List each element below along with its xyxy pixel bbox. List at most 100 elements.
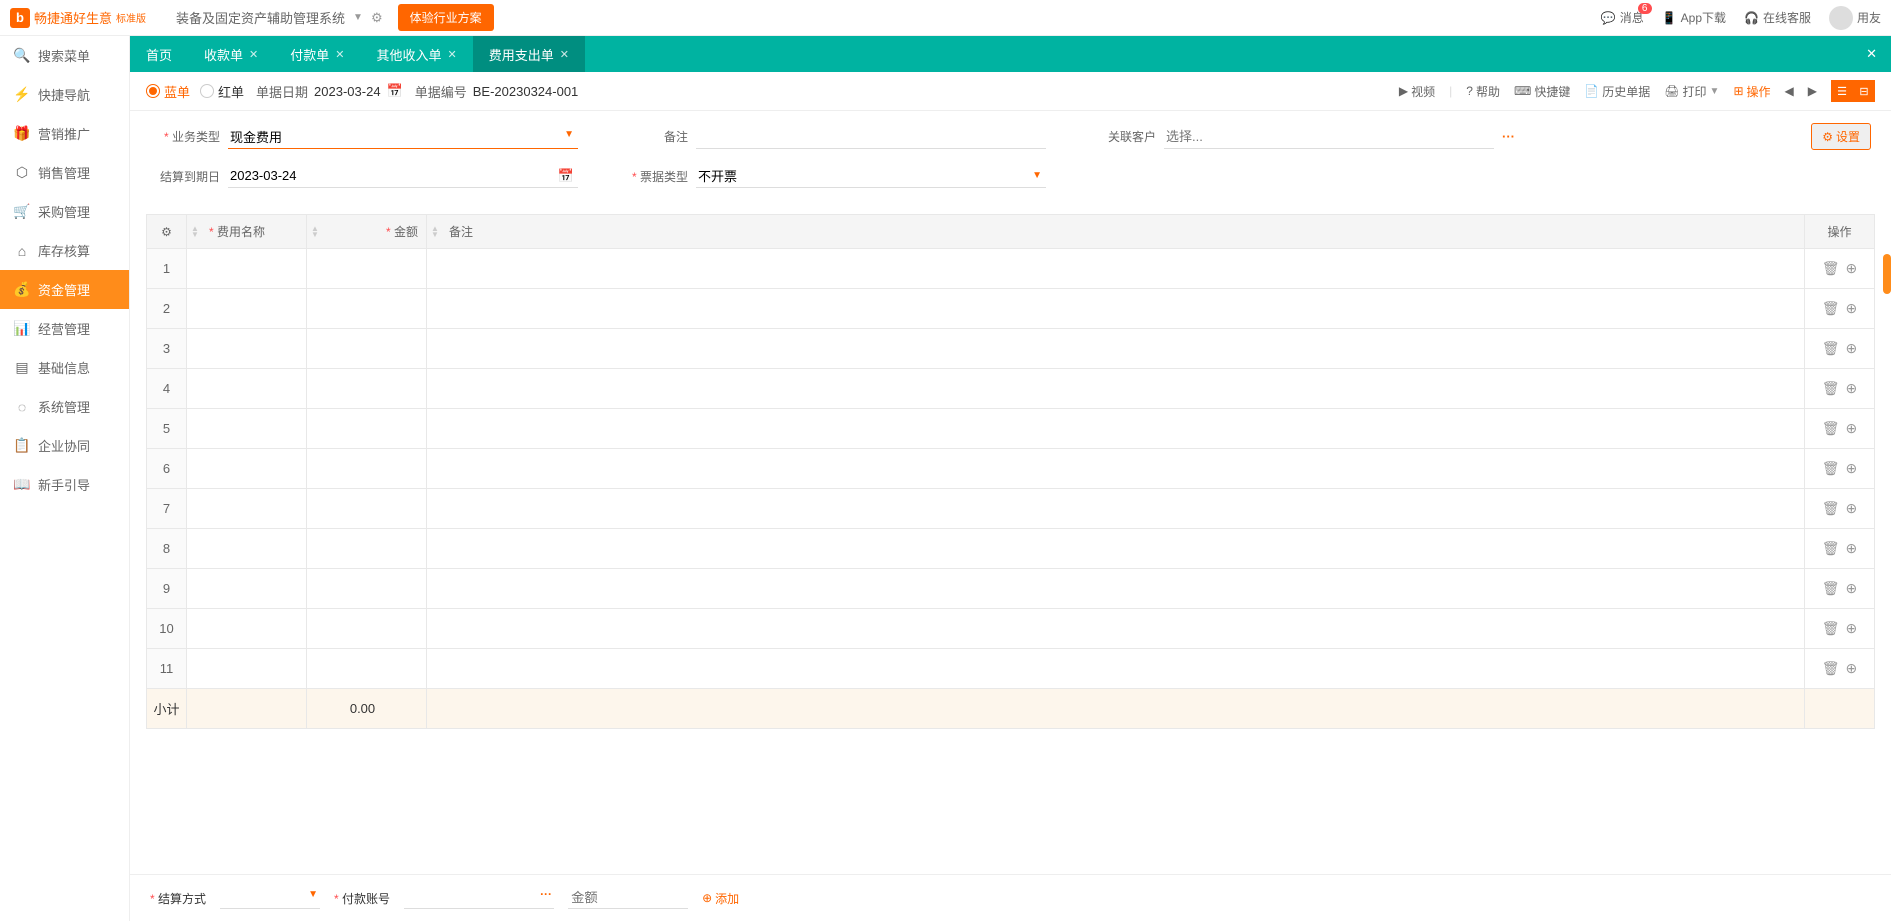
- delete-icon[interactable]: 🗑: [1822, 540, 1840, 557]
- print-button[interactable]: 🖨 打印 ▼: [1664, 83, 1719, 100]
- video-button[interactable]: ▶ 视频: [1399, 83, 1435, 100]
- cell-remark[interactable]: [427, 489, 1805, 529]
- more-icon[interactable]: ···: [540, 887, 552, 901]
- tab[interactable]: 首页: [130, 36, 188, 72]
- date-value[interactable]: 2023-03-24: [314, 84, 381, 99]
- sidebar-item[interactable]: ⚡快捷导航: [0, 75, 129, 114]
- cell-amount[interactable]: [307, 449, 427, 489]
- cell-remark[interactable]: [427, 649, 1805, 689]
- sidebar-item[interactable]: 🔍搜索菜单: [0, 36, 129, 75]
- cell-amount[interactable]: [307, 369, 427, 409]
- customer-input[interactable]: [1164, 125, 1494, 149]
- chevron-down-icon[interactable]: ▼: [1032, 170, 1042, 181]
- col-name[interactable]: ▲▼* 费用名称: [187, 215, 307, 249]
- settle-date-input[interactable]: [228, 164, 578, 188]
- sidebar-item[interactable]: 📋企业协同: [0, 426, 129, 465]
- cell-name[interactable]: [187, 329, 307, 369]
- delete-icon[interactable]: 🗑: [1822, 420, 1840, 437]
- biz-type-input[interactable]: [228, 125, 578, 149]
- sidebar-item[interactable]: ⬡销售管理: [0, 153, 129, 192]
- calendar-icon[interactable]: 📅: [387, 83, 403, 99]
- tab[interactable]: 收款单✕: [188, 36, 274, 72]
- delete-icon[interactable]: 🗑: [1822, 620, 1840, 637]
- system-selector[interactable]: 装备及固定资产辅助管理系统 ▼: [176, 8, 363, 27]
- cell-remark[interactable]: [427, 529, 1805, 569]
- sidebar-item[interactable]: ▤基础信息: [0, 348, 129, 387]
- cell-amount[interactable]: [307, 489, 427, 529]
- copy-icon[interactable]: ⊕: [1846, 460, 1858, 477]
- invoice-input[interactable]: [696, 164, 1046, 188]
- messages-link[interactable]: 💬 消息 6: [1601, 9, 1644, 26]
- sidebar-item[interactable]: 📖新手引导: [0, 465, 129, 504]
- cell-name[interactable]: [187, 249, 307, 289]
- copy-icon[interactable]: ⊕: [1846, 620, 1858, 637]
- settings-button[interactable]: ⚙ 设置: [1811, 123, 1871, 150]
- delete-icon[interactable]: 🗑: [1822, 300, 1840, 317]
- prev-button[interactable]: ◀: [1785, 84, 1794, 98]
- cell-name[interactable]: [187, 609, 307, 649]
- shortcut-button[interactable]: ⌨ 快捷键: [1514, 83, 1570, 100]
- cell-amount[interactable]: [307, 529, 427, 569]
- close-icon[interactable]: ✕: [335, 48, 344, 61]
- help-button[interactable]: ? 帮助: [1466, 83, 1500, 100]
- delete-icon[interactable]: 🗑: [1822, 260, 1840, 277]
- user-menu[interactable]: 用友: [1829, 6, 1881, 30]
- calendar-icon[interactable]: 📅: [558, 168, 574, 184]
- cell-name[interactable]: [187, 569, 307, 609]
- copy-icon[interactable]: ⊕: [1846, 540, 1858, 557]
- delete-icon[interactable]: 🗑: [1822, 340, 1840, 357]
- close-icon[interactable]: ✕: [249, 48, 258, 61]
- cell-remark[interactable]: [427, 569, 1805, 609]
- next-button[interactable]: ▶: [1808, 84, 1817, 98]
- cell-remark[interactable]: [427, 289, 1805, 329]
- cell-name[interactable]: [187, 489, 307, 529]
- chevron-down-icon[interactable]: ▼: [308, 889, 318, 900]
- cell-remark[interactable]: [427, 249, 1805, 289]
- scroll-indicator[interactable]: [1883, 254, 1891, 294]
- cell-amount[interactable]: [307, 609, 427, 649]
- cell-name[interactable]: [187, 409, 307, 449]
- delete-icon[interactable]: 🗑: [1822, 460, 1840, 477]
- gear-icon[interactable]: ⚙: [371, 10, 383, 26]
- copy-icon[interactable]: ⊕: [1846, 500, 1858, 517]
- copy-icon[interactable]: ⊕: [1846, 660, 1858, 677]
- tab[interactable]: 其他收入单✕: [360, 36, 472, 72]
- close-icon[interactable]: ✕: [560, 48, 569, 61]
- col-remark[interactable]: ▲▼备注: [427, 215, 1805, 249]
- cell-name[interactable]: [187, 449, 307, 489]
- remark-input[interactable]: [696, 125, 1046, 149]
- copy-icon[interactable]: ⊕: [1846, 300, 1858, 317]
- sidebar-item[interactable]: 📊经营管理: [0, 309, 129, 348]
- chevron-down-icon[interactable]: ▼: [564, 129, 574, 140]
- more-icon[interactable]: ···: [1502, 129, 1515, 144]
- copy-icon[interactable]: ⊕: [1846, 340, 1858, 357]
- close-icon[interactable]: ✕: [448, 48, 457, 61]
- copy-icon[interactable]: ⊕: [1846, 380, 1858, 397]
- sidebar-item[interactable]: ◌系统管理: [0, 387, 129, 426]
- cell-remark[interactable]: [427, 609, 1805, 649]
- sidebar-item[interactable]: 💰资金管理: [0, 270, 129, 309]
- delete-icon[interactable]: 🗑: [1822, 660, 1840, 677]
- cell-amount[interactable]: [307, 409, 427, 449]
- cell-name[interactable]: [187, 649, 307, 689]
- amount-input[interactable]: [568, 887, 688, 909]
- blue-bill-radio[interactable]: 蓝单: [146, 82, 190, 101]
- cell-amount[interactable]: [307, 329, 427, 369]
- tab[interactable]: 费用支出单✕: [473, 36, 585, 72]
- app-download-link[interactable]: 📱 App下载: [1662, 9, 1726, 26]
- view-tree-button[interactable]: ⊟: [1853, 80, 1875, 102]
- cell-amount[interactable]: [307, 649, 427, 689]
- cell-amount[interactable]: [307, 569, 427, 609]
- copy-icon[interactable]: ⊕: [1846, 580, 1858, 597]
- settle-method-input[interactable]: [220, 887, 320, 909]
- cell-name[interactable]: [187, 289, 307, 329]
- cell-amount[interactable]: [307, 249, 427, 289]
- sidebar-item[interactable]: 🛒采购管理: [0, 192, 129, 231]
- cell-remark[interactable]: [427, 449, 1805, 489]
- copy-icon[interactable]: ⊕: [1846, 420, 1858, 437]
- cell-remark[interactable]: [427, 409, 1805, 449]
- ops-button[interactable]: ⊞ 操作: [1733, 83, 1770, 100]
- tab[interactable]: 付款单✕: [274, 36, 360, 72]
- col-gear[interactable]: ⚙: [147, 215, 187, 249]
- close-all-tabs[interactable]: ✕: [1858, 42, 1885, 66]
